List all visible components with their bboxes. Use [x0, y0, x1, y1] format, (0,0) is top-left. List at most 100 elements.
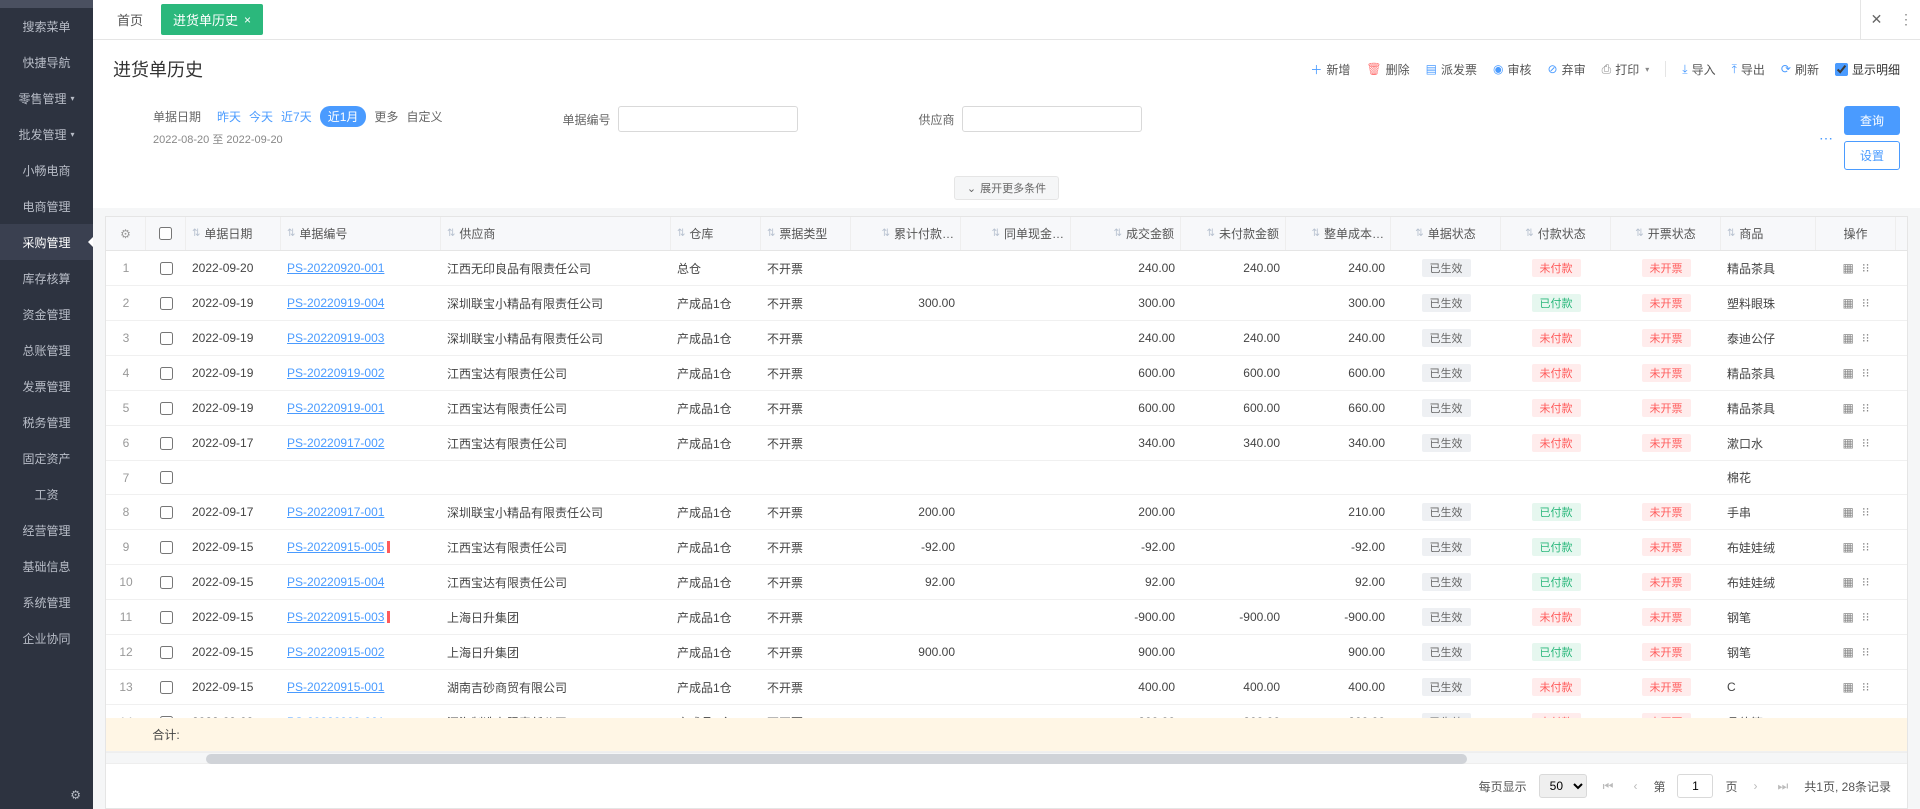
row-checkbox[interactable]	[160, 611, 173, 624]
order-link[interactable]: PS-20220915-003	[287, 610, 384, 624]
col-amount[interactable]: ⇅成交金额	[1071, 217, 1181, 250]
sidebar-item[interactable]: 小畅电商	[0, 152, 93, 188]
col-no[interactable]: ⇅单据编号	[281, 217, 441, 250]
action-audit[interactable]: ◉审核	[1493, 61, 1532, 78]
col-cash[interactable]: ⇅同单现金…	[961, 217, 1071, 250]
col-checkbox[interactable]	[146, 217, 186, 250]
sidebar-item[interactable]: 税务管理	[0, 404, 93, 440]
row-checkbox[interactable]	[160, 576, 173, 589]
sidebar-item[interactable]: 零售管理▾	[0, 80, 93, 116]
more-icon[interactable]: ⁝⁝	[1862, 331, 1870, 345]
query-button[interactable]: 查询	[1844, 106, 1900, 135]
sidebar-item[interactable]: 总账管理	[0, 332, 93, 368]
more-icon[interactable]: ⁝⁝	[1862, 645, 1870, 659]
order-link[interactable]: PS-20220919-003	[287, 331, 384, 345]
view-icon[interactable]: ▦	[1843, 331, 1854, 345]
col-cost[interactable]: ⇅整单成本…	[1286, 217, 1391, 250]
row-checkbox[interactable]	[160, 681, 173, 694]
view-icon[interactable]: ▦	[1843, 366, 1854, 380]
view-icon[interactable]: ▦	[1843, 436, 1854, 450]
row-checkbox[interactable]	[160, 471, 173, 484]
sidebar-item[interactable]: 基础信息	[0, 548, 93, 584]
view-icon[interactable]: ▦	[1843, 505, 1854, 519]
tab[interactable]: 进货单历史×	[161, 4, 263, 35]
chip-7d[interactable]: 近7天	[281, 108, 312, 125]
order-link[interactable]: PS-20220919-004	[287, 296, 384, 310]
view-icon[interactable]: ▦	[1843, 645, 1854, 659]
view-icon[interactable]: ▦	[1843, 261, 1854, 275]
chip-today[interactable]: 今天	[249, 108, 273, 125]
order-link[interactable]: PS-20220915-002	[287, 645, 384, 659]
view-icon[interactable]: ▦	[1843, 575, 1854, 589]
col-paid[interactable]: ⇅累计付款…	[851, 217, 961, 250]
action-delete[interactable]: 🗑删除	[1366, 61, 1409, 78]
more-icon[interactable]: ⁝⁝	[1862, 505, 1870, 519]
more-filters-icon[interactable]: ⋯	[1819, 130, 1834, 147]
more-icon[interactable]: ⁝⁝	[1862, 401, 1870, 415]
sidebar-settings[interactable]: ⚙	[0, 781, 93, 809]
filter-no-input[interactable]	[618, 106, 798, 132]
page-next[interactable]: ›	[1749, 779, 1761, 793]
sidebar-item[interactable]: 库存核算	[0, 260, 93, 296]
view-icon[interactable]: ▦	[1843, 680, 1854, 694]
sidebar-item[interactable]: 资金管理	[0, 296, 93, 332]
sidebar-item[interactable]: 经营管理	[0, 512, 93, 548]
row-checkbox[interactable]	[160, 646, 173, 659]
order-link[interactable]: PS-20220920-001	[287, 261, 384, 275]
more-icon[interactable]: ⁝⁝	[1862, 610, 1870, 624]
page-last[interactable]: ⏭	[1773, 779, 1792, 794]
row-checkbox[interactable]	[160, 367, 173, 380]
chip-more[interactable]: 更多	[374, 108, 398, 125]
action-export[interactable]: ⤒导出	[1732, 61, 1765, 78]
chip-1m[interactable]: 近1月	[320, 106, 367, 127]
sidebar-item[interactable]: 快捷导航	[0, 44, 93, 80]
sidebar-item[interactable]: 发票管理	[0, 368, 93, 404]
order-link[interactable]: PS-20220917-001	[287, 505, 384, 519]
sidebar-item[interactable]: 批发管理▾	[0, 116, 93, 152]
row-checkbox[interactable]	[160, 332, 173, 345]
order-link[interactable]: PS-20220917-002	[287, 436, 384, 450]
col-pay-status[interactable]: ⇅付款状态	[1501, 217, 1611, 250]
sidebar-item[interactable]: 电商管理	[0, 188, 93, 224]
col-settings[interactable]: ⚙	[106, 217, 146, 250]
action-print[interactable]: ⎙打印▾	[1602, 61, 1650, 78]
page-input[interactable]	[1677, 774, 1713, 798]
more-icon[interactable]: ⁝⁝	[1862, 540, 1870, 554]
col-date[interactable]: ⇅单据日期	[186, 217, 281, 250]
view-icon[interactable]: ▦	[1843, 540, 1854, 554]
row-checkbox[interactable]	[160, 541, 173, 554]
sidebar-item[interactable]: 固定资产	[0, 440, 93, 476]
col-warehouse[interactable]: ⇅仓库	[671, 217, 761, 250]
row-checkbox[interactable]	[160, 262, 173, 275]
sidebar-item[interactable]: 搜索菜单	[0, 8, 93, 44]
col-invoice-type[interactable]: ⇅票据类型	[761, 217, 851, 250]
more-icon[interactable]: ⁝⁝	[1862, 366, 1870, 380]
col-bill-status[interactable]: ⇅单据状态	[1391, 217, 1501, 250]
check-all[interactable]	[159, 227, 172, 240]
page-prev[interactable]: ‹	[1629, 779, 1641, 793]
chip-yesterday[interactable]: 昨天	[217, 108, 241, 125]
order-link[interactable]: PS-20220915-001	[287, 680, 384, 694]
row-checkbox[interactable]	[160, 437, 173, 450]
view-icon[interactable]: ▦	[1843, 610, 1854, 624]
view-icon[interactable]: ▦	[1843, 296, 1854, 310]
order-link[interactable]: PS-20220919-001	[287, 401, 384, 415]
col-invoice-status[interactable]: ⇅开票状态	[1611, 217, 1721, 250]
detail-checkbox[interactable]	[1835, 63, 1848, 76]
sidebar-item[interactable]: 采购管理	[0, 224, 93, 260]
expand-conditions[interactable]: ⌄ 展开更多条件	[954, 176, 1059, 200]
more-icon[interactable]: ⁝⁝	[1862, 296, 1870, 310]
settings-button[interactable]: 设置	[1844, 141, 1900, 170]
order-link[interactable]: PS-20220915-004	[287, 575, 384, 589]
sidebar-item[interactable]: 系统管理	[0, 584, 93, 620]
action-ticket[interactable]: ▤派发票	[1426, 61, 1477, 78]
tab[interactable]: 首页	[101, 0, 159, 39]
tab-close-all[interactable]: ✕	[1860, 0, 1892, 39]
view-icon[interactable]: ▦	[1843, 401, 1854, 415]
toggle-detail[interactable]: 显示明细	[1835, 61, 1900, 78]
more-icon[interactable]: ⁝⁝	[1862, 436, 1870, 450]
action-import[interactable]: ⤓导入	[1682, 61, 1715, 78]
row-checkbox[interactable]	[160, 297, 173, 310]
row-checkbox[interactable]	[160, 506, 173, 519]
sidebar-item[interactable]: 工资	[0, 476, 93, 512]
